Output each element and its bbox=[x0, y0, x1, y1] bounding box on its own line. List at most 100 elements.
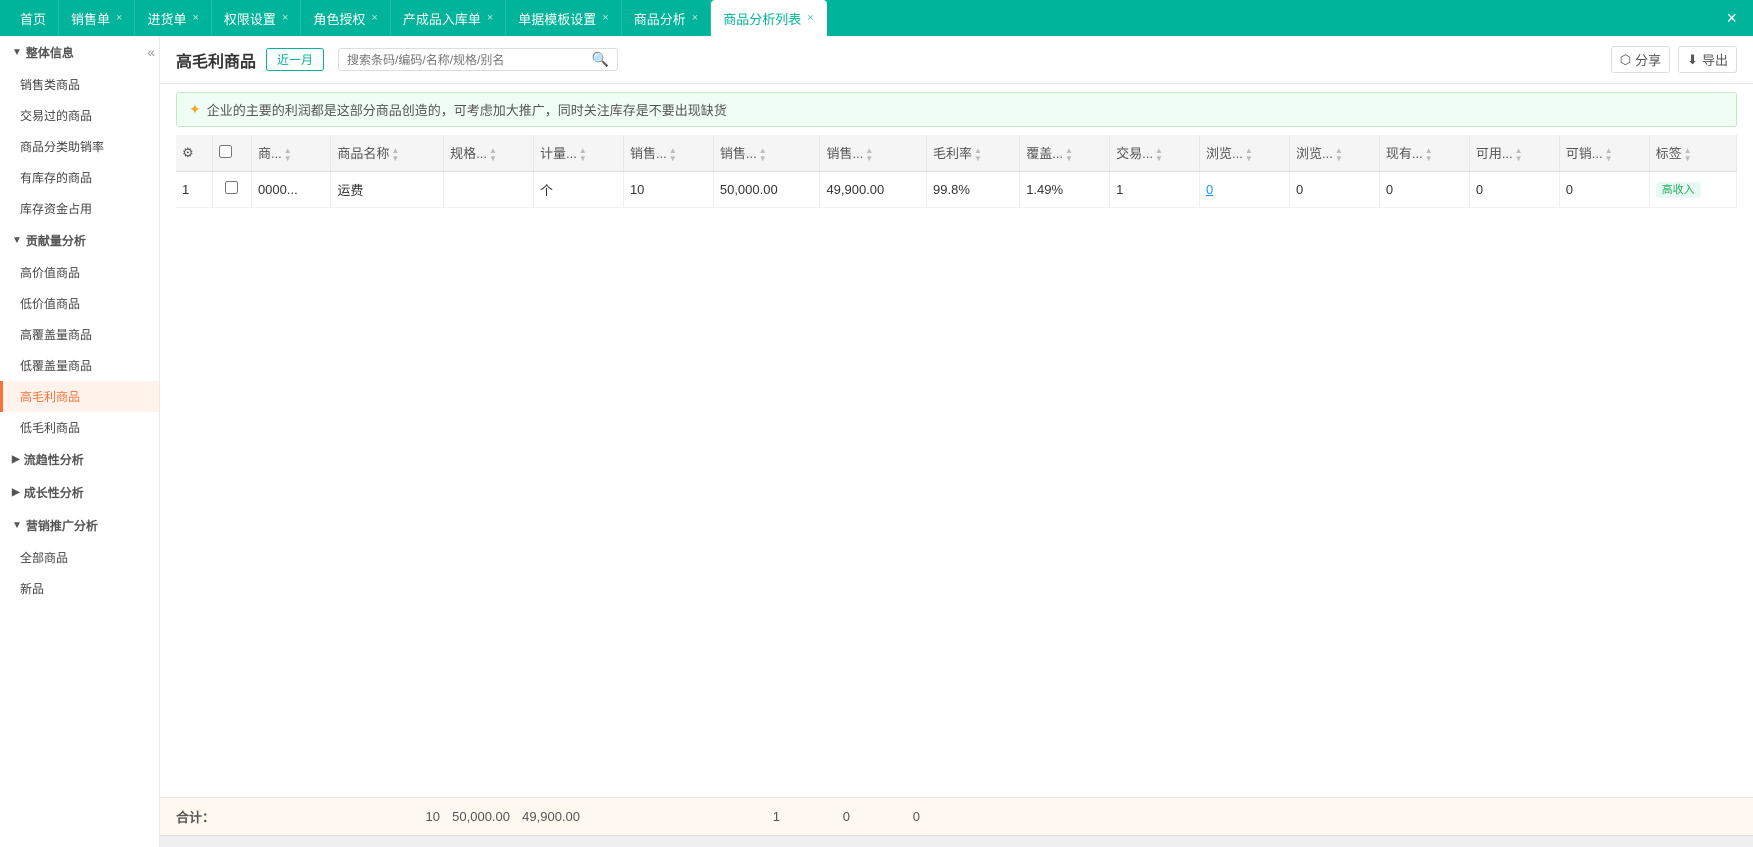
sidebar-item-4-0[interactable]: 全部商品 bbox=[0, 542, 159, 573]
sidebar-section-1: ▼贡献量分析高价值商品低价值商品高覆盖量商品低覆盖量商品高毛利商品低毛利商品 bbox=[0, 224, 159, 443]
close-all-button[interactable]: × bbox=[1718, 8, 1745, 29]
name-cell: 运费 bbox=[331, 171, 444, 207]
nav-item-5[interactable]: 产成品入库单× bbox=[391, 0, 506, 36]
nav-close-icon-6[interactable]: × bbox=[602, 12, 608, 24]
nav-item-0[interactable]: 首页 bbox=[8, 0, 59, 36]
nav-close-icon-3[interactable]: × bbox=[282, 12, 288, 24]
nav-item-4[interactable]: 角色授权× bbox=[301, 0, 390, 36]
col-header-code[interactable]: 商...▲▼ bbox=[251, 135, 330, 171]
col-header-sales_profit[interactable]: 销售...▲▼ bbox=[820, 135, 927, 171]
sidebar-item-4-1[interactable]: 新品 bbox=[0, 573, 159, 604]
sidebar-item-0-3[interactable]: 有库存的商品 bbox=[0, 162, 159, 193]
sidebar-item-1-0[interactable]: 高价值商品 bbox=[0, 257, 159, 288]
col-header-sellable_stock[interactable]: 可销...▲▼ bbox=[1559, 135, 1649, 171]
sidebar-item-1-2[interactable]: 高覆盖量商品 bbox=[0, 319, 159, 350]
col-header-name[interactable]: 商品名称▲▼ bbox=[331, 135, 444, 171]
col-header-browse1[interactable]: 浏览...▲▼ bbox=[1200, 135, 1290, 171]
sidebar-toggle-button[interactable]: « bbox=[147, 44, 155, 60]
share-icon: ⬡ bbox=[1620, 52, 1631, 68]
footer-totals: 合计： 10 50,000.00 49,900.00 1 0 0 bbox=[160, 797, 1753, 835]
sidebar-section-header-0[interactable]: ▼整体信息 bbox=[0, 36, 159, 69]
nav-close-icon-8[interactable]: × bbox=[807, 12, 813, 24]
checkbox-cell[interactable] bbox=[212, 171, 251, 207]
col-header-sales_qty[interactable]: 销售...▲▼ bbox=[623, 135, 713, 171]
col-header-sales_amount[interactable]: 销售...▲▼ bbox=[713, 135, 820, 171]
sidebar-section-4: ▼营销推广分析全部商品新品 bbox=[0, 509, 159, 604]
col-header-gross_margin[interactable]: 毛利率▲▼ bbox=[927, 135, 1020, 171]
nav-close-icon-2[interactable]: × bbox=[192, 12, 198, 24]
footer-cells: 10 50,000.00 49,900.00 1 0 0 bbox=[376, 809, 926, 824]
transaction-cell: 1 bbox=[1110, 171, 1200, 207]
sort-icon-unit[interactable]: ▲▼ bbox=[579, 147, 587, 163]
col-header-transaction[interactable]: 交易...▲▼ bbox=[1110, 135, 1200, 171]
footer-sales-amount: 50,000.00 bbox=[446, 809, 516, 824]
content-header: 高毛利商品 近一月 🔍 ⬡ 分享 ⬇ 导出 bbox=[160, 36, 1753, 84]
nav-item-3[interactable]: 权限设置× bbox=[212, 0, 301, 36]
browse1-cell[interactable]: 0 bbox=[1200, 171, 1290, 207]
sort-icon-sales_qty[interactable]: ▲▼ bbox=[669, 147, 677, 163]
section-arrow-1: ▼ bbox=[12, 235, 22, 246]
col-header-unit[interactable]: 计量...▲▼ bbox=[534, 135, 624, 171]
sidebar-section-header-2[interactable]: ▶流趋性分析 bbox=[0, 443, 159, 476]
sidebar-item-0-1[interactable]: 交易过的商品 bbox=[0, 100, 159, 131]
row-checkbox[interactable] bbox=[225, 181, 238, 194]
sort-icon-tag[interactable]: ▲▼ bbox=[1684, 147, 1692, 163]
sidebar-item-1-3[interactable]: 低覆盖量商品 bbox=[0, 350, 159, 381]
sidebar-section-header-1[interactable]: ▼贡献量分析 bbox=[0, 224, 159, 257]
sidebar-section-header-3[interactable]: ▶成长性分析 bbox=[0, 476, 159, 509]
share-button[interactable]: ⬡ 分享 bbox=[1611, 46, 1670, 73]
col-header-current_stock[interactable]: 现有...▲▼ bbox=[1379, 135, 1469, 171]
export-button[interactable]: ⬇ 导出 bbox=[1678, 46, 1737, 73]
horizontal-scrollbar[interactable] bbox=[160, 835, 1753, 847]
sort-icon-gross_margin[interactable]: ▲▼ bbox=[974, 147, 982, 163]
col-header-tag[interactable]: 标签▲▼ bbox=[1649, 135, 1736, 171]
table-wrapper[interactable]: ⚙商...▲▼商品名称▲▼规格...▲▼计量...▲▼销售...▲▼销售...▲… bbox=[160, 135, 1753, 797]
footer-available-stock: 0 bbox=[856, 809, 926, 824]
header-actions: ⬡ 分享 ⬇ 导出 bbox=[1611, 46, 1737, 73]
nav-item-8[interactable]: 商品分析列表× bbox=[711, 0, 826, 36]
col-header-checkbox[interactable] bbox=[212, 135, 251, 171]
sidebar-item-1-5[interactable]: 低毛利商品 bbox=[0, 412, 159, 443]
sort-icon-spec[interactable]: ▲▼ bbox=[489, 147, 497, 163]
select-all-checkbox[interactable] bbox=[219, 145, 232, 158]
search-input[interactable] bbox=[347, 53, 592, 67]
sort-icon-sales_profit[interactable]: ▲▼ bbox=[865, 147, 873, 163]
nav-item-2[interactable]: 进货单× bbox=[135, 0, 211, 36]
nav-close-icon-7[interactable]: × bbox=[692, 12, 698, 24]
col-header-available_stock[interactable]: 可用...▲▼ bbox=[1469, 135, 1559, 171]
col-header-settings[interactable]: ⚙ bbox=[176, 135, 212, 171]
sidebar-item-0-2[interactable]: 商品分类助销率 bbox=[0, 131, 159, 162]
sort-icon-browse1[interactable]: ▲▼ bbox=[1245, 147, 1253, 163]
nav-close-icon-5[interactable]: × bbox=[487, 12, 493, 24]
sidebar-item-1-4[interactable]: 高毛利商品 bbox=[0, 381, 159, 412]
sort-icon-available_stock[interactable]: ▲▼ bbox=[1515, 147, 1523, 163]
info-banner: ✦ 企业的主要的利润都是这部分商品创造的，可考虑加大推广，同时关注库存是不要出现… bbox=[176, 92, 1737, 127]
sidebar-section-header-4[interactable]: ▼营销推广分析 bbox=[0, 509, 159, 542]
nav-item-7[interactable]: 商品分析× bbox=[622, 0, 711, 36]
sort-icon-sellable_stock[interactable]: ▲▼ bbox=[1605, 147, 1613, 163]
sidebar-section-3: ▶成长性分析 bbox=[0, 476, 159, 509]
nav-item-6[interactable]: 单据模板设置× bbox=[506, 0, 621, 36]
sidebar-item-0-0[interactable]: 销售类商品 bbox=[0, 69, 159, 100]
coverage-cell: 1.49% bbox=[1020, 171, 1110, 207]
settings-icon[interactable]: ⚙ bbox=[182, 145, 194, 160]
col-header-spec[interactable]: 规格...▲▼ bbox=[444, 135, 534, 171]
section-arrow-0: ▼ bbox=[12, 47, 22, 58]
search-icon[interactable]: 🔍 bbox=[592, 51, 609, 68]
sidebar-item-0-4[interactable]: 库存资金占用 bbox=[0, 193, 159, 224]
content-title: 高毛利商品 bbox=[176, 48, 256, 72]
sort-icon-current_stock[interactable]: ▲▼ bbox=[1425, 147, 1433, 163]
col-header-coverage[interactable]: 覆盖...▲▼ bbox=[1020, 135, 1110, 171]
sort-icon-name[interactable]: ▲▼ bbox=[391, 147, 399, 163]
sidebar-item-1-1[interactable]: 低价值商品 bbox=[0, 288, 159, 319]
nav-item-1[interactable]: 销售单× bbox=[59, 0, 135, 36]
nav-close-icon-1[interactable]: × bbox=[116, 12, 122, 24]
sort-icon-browse2[interactable]: ▲▼ bbox=[1335, 147, 1343, 163]
col-header-browse2[interactable]: 浏览...▲▼ bbox=[1289, 135, 1379, 171]
sort-icon-code[interactable]: ▲▼ bbox=[284, 147, 292, 163]
nav-close-icon-4[interactable]: × bbox=[371, 12, 377, 24]
sort-icon-transaction[interactable]: ▲▼ bbox=[1155, 147, 1163, 163]
filter-recent-month-button[interactable]: 近一月 bbox=[266, 48, 324, 71]
sort-icon-sales_amount[interactable]: ▲▼ bbox=[759, 147, 767, 163]
sort-icon-coverage[interactable]: ▲▼ bbox=[1065, 147, 1073, 163]
